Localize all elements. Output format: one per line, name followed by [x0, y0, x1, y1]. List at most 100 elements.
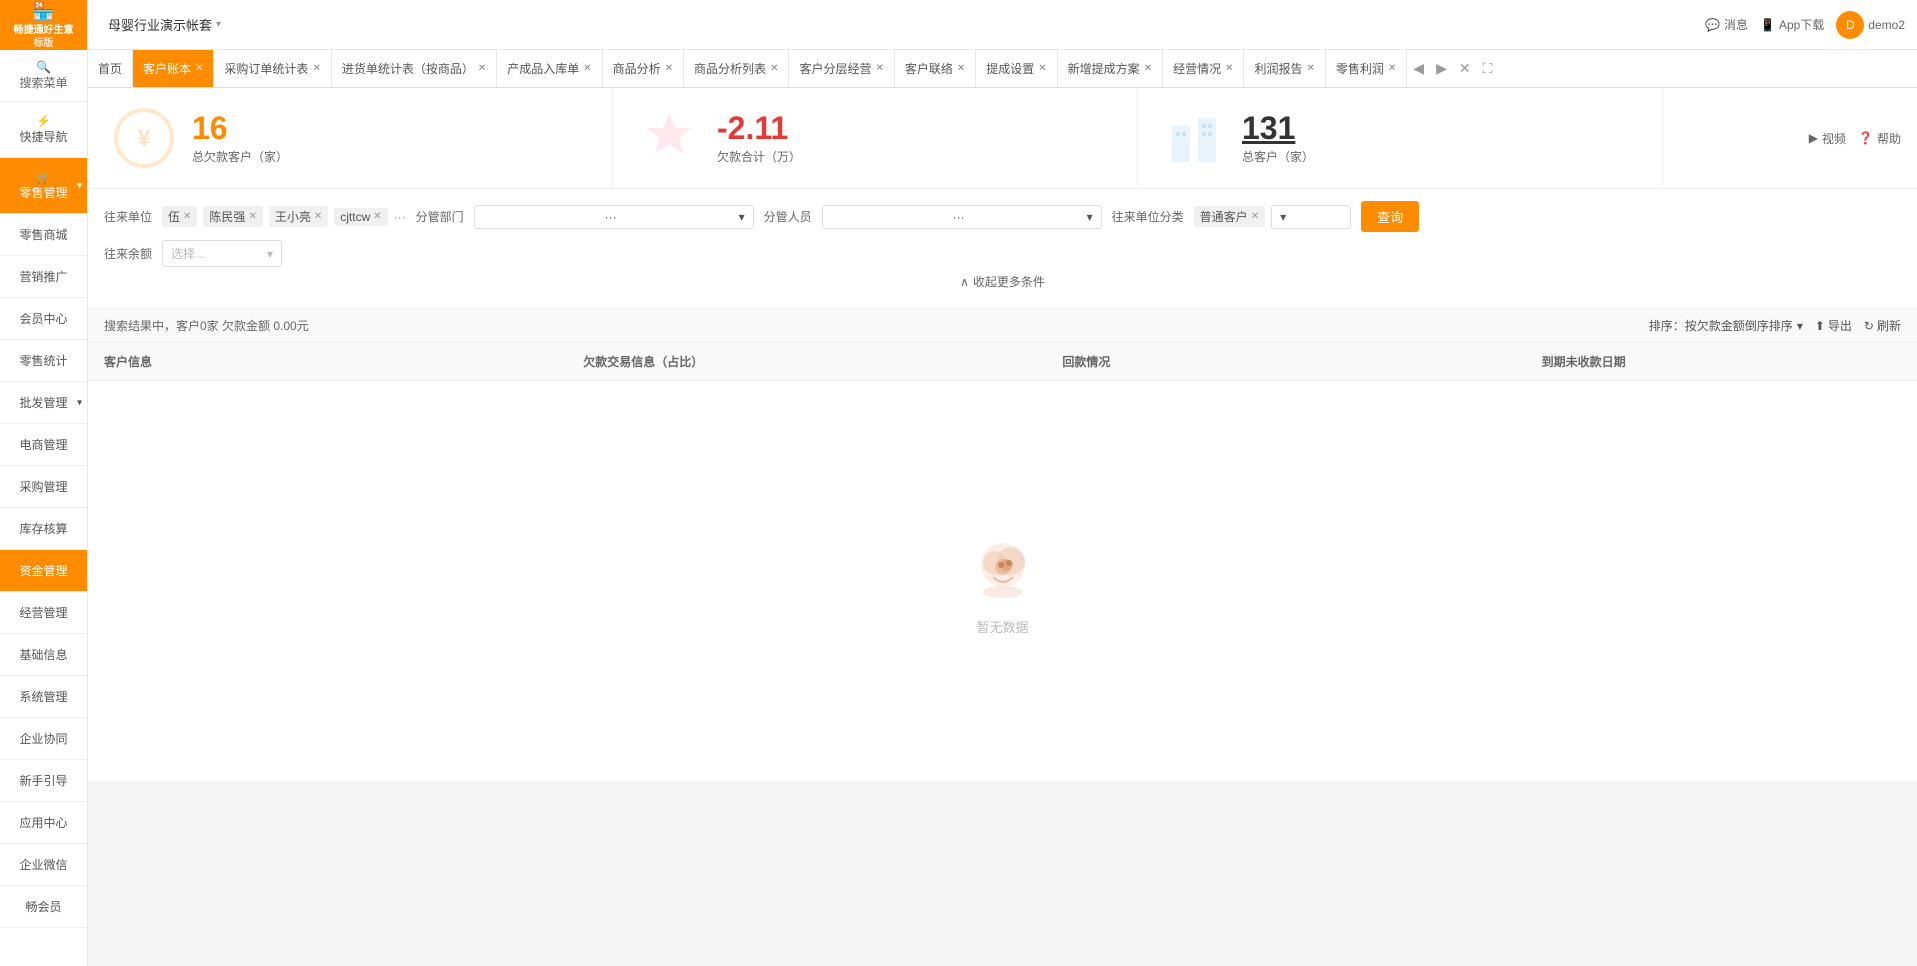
tab-profit-report-close[interactable]: ✕ — [1307, 63, 1315, 74]
refresh-button[interactable]: ↻ 刷新 — [1864, 317, 1901, 334]
tab-commission-setting-label: 提成设置 — [986, 60, 1034, 77]
tab-inbound-stats[interactable]: 进货单统计表（按商品） ✕ — [332, 50, 497, 88]
sidebar-logo: 🏪 畅捷通好生意 标版 — [0, 0, 87, 50]
sidebar-item-marketing[interactable]: 营销推广 — [0, 256, 87, 298]
tab-production-inbound-close[interactable]: ✕ — [583, 63, 591, 74]
person-filter-label: 分管人员 — [764, 208, 812, 225]
tab-production-inbound[interactable]: 产成品入库单 ✕ — [497, 50, 602, 88]
sidebar-item-ecom[interactable]: 电商管理 — [0, 424, 87, 466]
sidebar-item-basic-info[interactable]: 基础信息 — [0, 634, 87, 676]
table-col-overdue-info: 欠款交易信息（占比） — [583, 353, 1062, 370]
sidebar-item-newbie[interactable]: 新手引导 — [0, 760, 87, 802]
tab-inbound-stats-close[interactable]: ✕ — [478, 63, 486, 74]
tabs-expand[interactable]: ⛶ — [1477, 50, 1499, 88]
sidebar-item-appcenter[interactable]: 应用中心 — [0, 802, 87, 844]
tab-product-analysis-list[interactable]: 商品分析列表 ✕ — [684, 50, 789, 88]
unit-class-arrow: ▾ — [1280, 210, 1286, 224]
balance-filter-select[interactable]: 选择... ▾ — [162, 240, 282, 267]
stat-overdue-info: 16 总欠款客户（家） — [192, 112, 288, 165]
message-button[interactable]: 💬 消息 — [1705, 16, 1748, 33]
sidebar-item-search[interactable]: 🔍 搜索菜单 — [0, 50, 87, 102]
tab-retail-profit-close[interactable]: ✕ — [1388, 63, 1396, 74]
tab-product-analysis-close[interactable]: ✕ — [665, 63, 673, 74]
tab-commission-setting-close[interactable]: ✕ — [1038, 63, 1046, 74]
tab-customer-account-close[interactable]: ✕ — [195, 63, 203, 74]
tab-retail-profit-label: 零售利润 — [1336, 60, 1384, 77]
topbar-left: 母婴行业演示帐套 ▾ — [100, 15, 1697, 34]
sidebar-item-wholesale[interactable]: 批发管理 — [0, 382, 87, 424]
username-label: demo2 — [1868, 18, 1905, 32]
query-button[interactable]: 查询 — [1361, 201, 1419, 232]
results-summary: 搜索结果中，客户0家 欠款金额 0.00元 — [104, 317, 309, 334]
sidebar-item-retail-stats[interactable]: 零售统计 — [0, 340, 87, 382]
tab-product-analysis-label: 商品分析 — [613, 60, 661, 77]
sidebar-item-member[interactable]: 会员中心 — [0, 298, 87, 340]
tab-profit-report[interactable]: 利润报告 ✕ — [1244, 50, 1325, 88]
sidebar-item-operations[interactable]: 经营管理 — [0, 592, 87, 634]
tab-home-label: 首页 — [98, 60, 122, 77]
unit-tags-more[interactable]: ··· — [394, 210, 406, 224]
tag-label-wang: 王小亮 — [275, 208, 311, 225]
tab-customer-account[interactable]: 客户账本 ✕ — [133, 50, 214, 88]
tab-customer-contact-close[interactable]: ✕ — [957, 63, 965, 74]
filter-area: 往来单位 伍 ✕ 陈民强 ✕ 王小亮 ✕ — [88, 189, 1917, 309]
tab-commission-setting[interactable]: 提成设置 ✕ — [976, 50, 1057, 88]
sidebar-item-chang-member[interactable]: 畅会员 — [0, 886, 87, 928]
sidebar-item-quicknav[interactable]: ⚡ 快捷导航 — [0, 102, 87, 158]
app-download-button[interactable]: 📱 App下载 — [1760, 16, 1824, 33]
stats-row: ¥ 16 总欠款客户（家） -2.11 — [88, 88, 1917, 189]
tag-label-cjttcw: cjttcw — [340, 210, 370, 224]
sidebar-item-inventory[interactable]: 库存核算 — [0, 508, 87, 550]
sidebar-item-finance[interactable]: 资金管理 — [0, 550, 87, 592]
tab-customer-tier[interactable]: 客户分层经营 ✕ — [789, 50, 894, 88]
export-button[interactable]: ⬆ 导出 — [1815, 317, 1852, 334]
sort-select[interactable]: 排序：按欠款金额倒序排序 ▾ — [1649, 317, 1803, 334]
stat-total-customers-label: 总客户（家） — [1242, 148, 1314, 165]
logo-sub: 标版 — [34, 37, 54, 50]
tab-purchase-order-stats[interactable]: 采购订单统计表 ✕ — [214, 50, 331, 88]
tag-close-wu[interactable]: ✕ — [183, 211, 191, 222]
tab-new-commission-close[interactable]: ✕ — [1144, 63, 1152, 74]
video-help-button[interactable]: ▶ 视频 — [1809, 130, 1846, 147]
tabs-scroll-left[interactable]: ◀ — [1407, 50, 1430, 88]
tabs-scroll-right[interactable]: ▶ — [1430, 50, 1453, 88]
sidebar-item-sysadmin[interactable]: 系统管理 — [0, 676, 87, 718]
sidebar-item-mall[interactable]: 零售商城 — [0, 214, 87, 256]
balance-placeholder: 选择... — [171, 245, 205, 262]
tag-close-wang[interactable]: ✕ — [314, 211, 322, 222]
data-table: 客户信息 欠款交易信息（占比） 回款情况 到期未收款日期 — [88, 343, 1917, 781]
help-icon: ❓ — [1858, 131, 1873, 145]
tab-customer-contact[interactable]: 客户联络 ✕ — [895, 50, 976, 88]
collapse-label: 收起更多条件 — [973, 273, 1045, 290]
unit-tag-cjttcw: cjttcw ✕ — [334, 208, 387, 226]
collapse-filter-button[interactable]: ∧ 收起更多条件 — [104, 267, 1901, 296]
tab-retail-profit[interactable]: 零售利润 ✕ — [1326, 50, 1407, 88]
tab-biz-status[interactable]: 经营情况 ✕ — [1163, 50, 1244, 88]
tab-purchase-order-stats-close[interactable]: ✕ — [312, 63, 320, 74]
tab-customer-tier-close[interactable]: ✕ — [875, 63, 883, 74]
store-selector[interactable]: 母婴行业演示帐套 ▾ — [108, 15, 221, 34]
sidebar-item-wechat[interactable]: 企业微信 — [0, 844, 87, 886]
user-avatar-area[interactable]: D demo2 — [1836, 11, 1905, 39]
sidebar-item-purchase[interactable]: 采购管理 — [0, 466, 87, 508]
video-icon: ▶ — [1809, 131, 1818, 145]
unit-class-select[interactable]: ▾ — [1271, 205, 1351, 229]
sidebar-item-retail[interactable]: 🛒 零售管理 — [0, 158, 87, 214]
tag-close-normal[interactable]: ✕ — [1251, 211, 1259, 222]
dept-filter-select[interactable]: ··· ▾ — [474, 205, 754, 229]
tab-product-analysis-list-close[interactable]: ✕ — [770, 63, 778, 74]
tabs-close-all[interactable]: ✕ — [1453, 50, 1477, 88]
tab-home[interactable]: 首页 — [88, 50, 133, 88]
sidebar-item-enterprise[interactable]: 企业协同 — [0, 718, 87, 760]
tag-close-chen[interactable]: ✕ — [248, 211, 256, 222]
stat-overdue-label: 总欠款客户（家） — [192, 148, 288, 165]
balance-select-arrow: ▾ — [267, 247, 273, 261]
tab-profit-report-label: 利润报告 — [1254, 60, 1302, 77]
tab-new-commission[interactable]: 新增提成方案 ✕ — [1058, 50, 1163, 88]
help-button[interactable]: ❓ 帮助 — [1858, 130, 1901, 147]
person-filter-select[interactable]: ··· ▾ — [822, 205, 1102, 229]
tab-biz-status-label: 经营情况 — [1173, 60, 1221, 77]
tab-product-analysis[interactable]: 商品分析 ✕ — [603, 50, 684, 88]
tag-close-cjttcw[interactable]: ✕ — [373, 211, 381, 222]
tab-biz-status-close[interactable]: ✕ — [1225, 63, 1233, 74]
